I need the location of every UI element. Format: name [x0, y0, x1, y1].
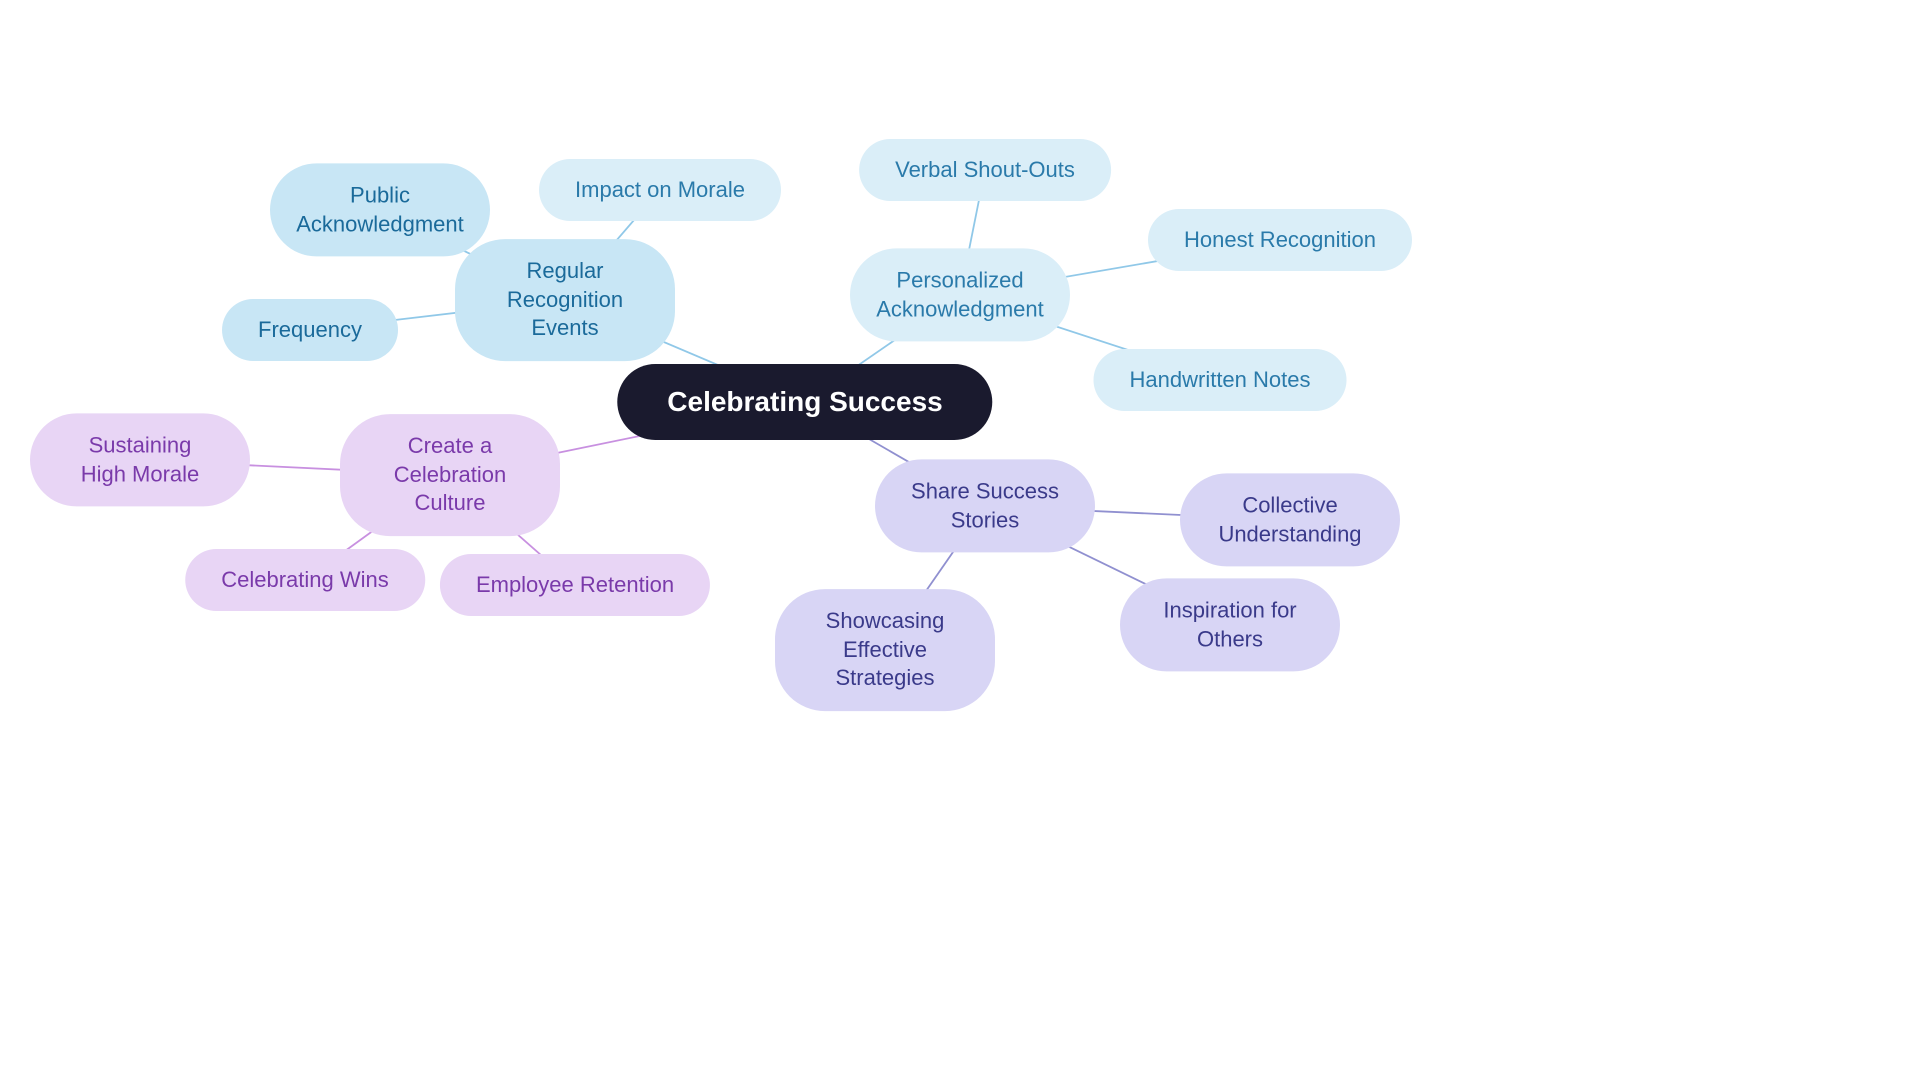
node-collective-understanding: Collective Understanding — [1180, 473, 1400, 566]
node-handwritten-notes: Handwritten Notes — [1094, 349, 1347, 411]
node-personalized-acknowledgment: Personalized Acknowledgment — [850, 248, 1070, 341]
node-honest-recognition: Honest Recognition — [1148, 209, 1412, 271]
node-create-celebration: Create a Celebration Culture — [340, 414, 560, 536]
node-celebrating-wins: Celebrating Wins — [185, 549, 425, 611]
node-verbal-shoutouts: Verbal Shout-Outs — [859, 139, 1111, 201]
mindmap-container: Celebrating SuccessRegular Recognition E… — [0, 0, 1920, 1083]
node-share-success: Share Success Stories — [875, 459, 1095, 552]
node-public-acknowledgment: Public Acknowledgment — [270, 163, 490, 256]
node-inspiration-others: Inspiration for Others — [1120, 578, 1340, 671]
node-regular-recognition: Regular Recognition Events — [455, 239, 675, 361]
center-node: Celebrating Success — [617, 364, 992, 440]
node-showcasing-strategies: Showcasing Effective Strategies — [775, 589, 995, 711]
node-impact-morale: Impact on Morale — [539, 159, 781, 221]
node-employee-retention: Employee Retention — [440, 554, 710, 616]
node-sustaining-morale: Sustaining High Morale — [30, 413, 250, 506]
node-frequency: Frequency — [222, 299, 398, 361]
